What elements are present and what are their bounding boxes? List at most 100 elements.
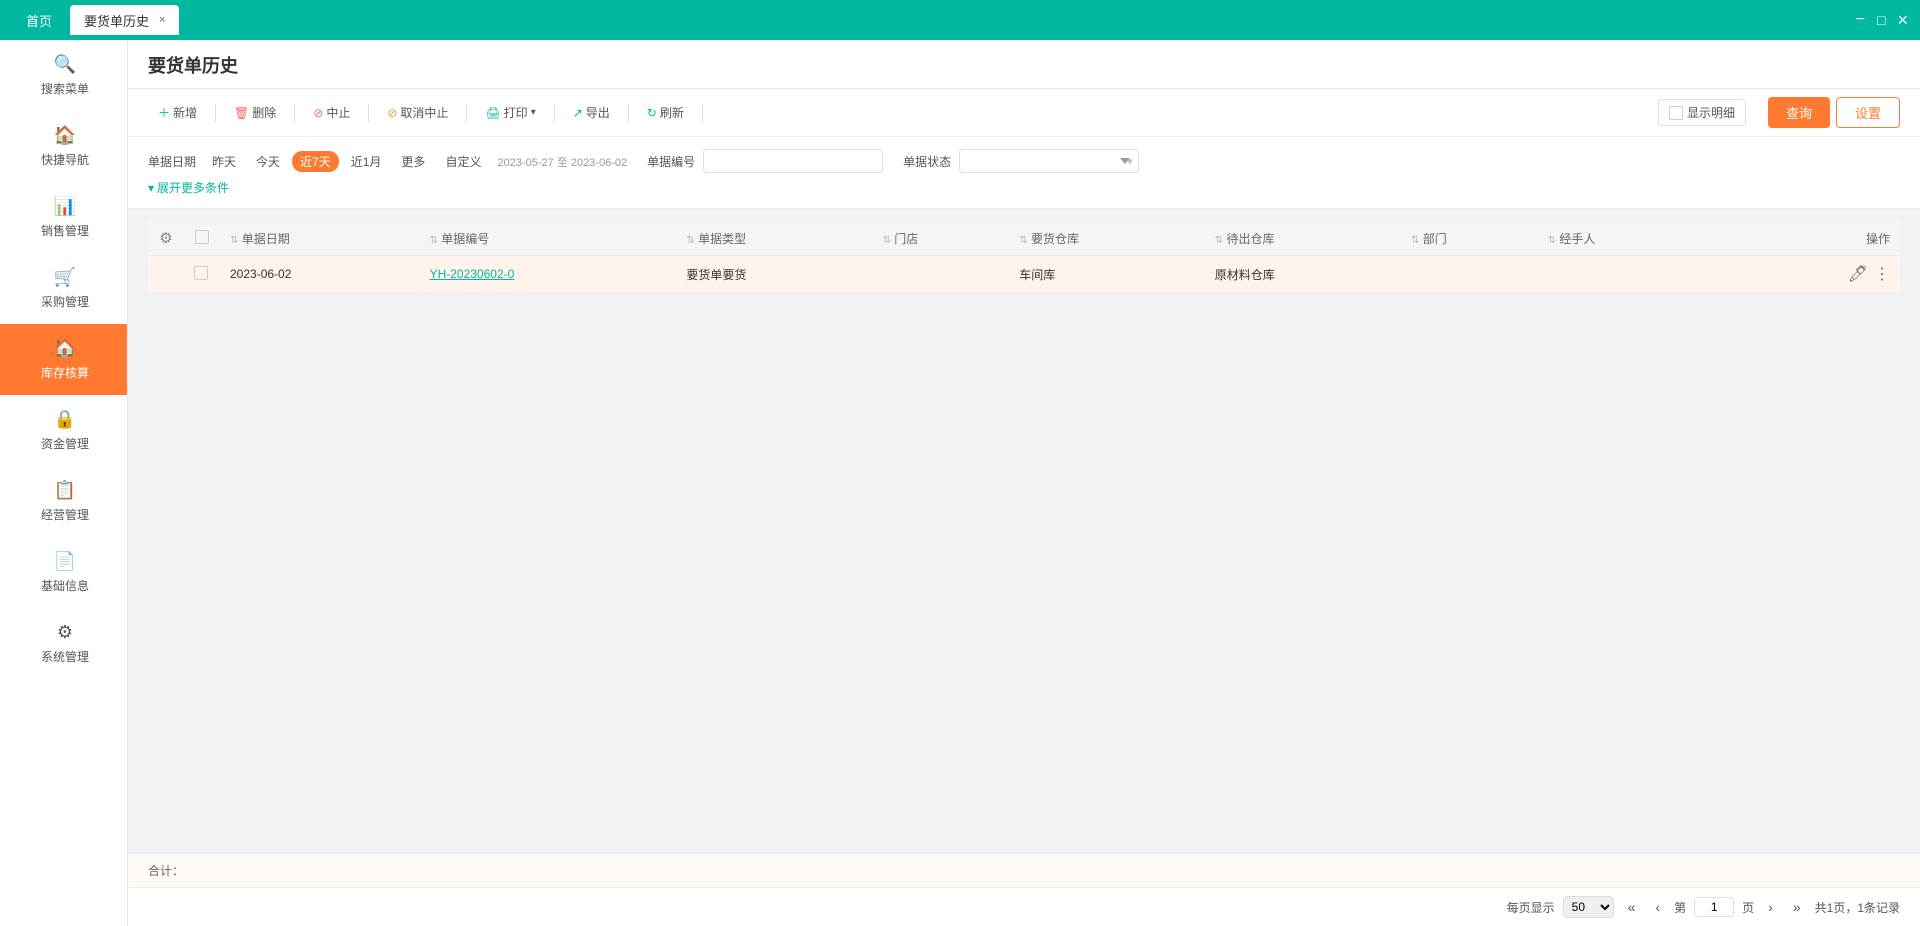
select-all-checkbox[interactable]	[195, 230, 209, 244]
tab-purchase-history[interactable]: 要货单历史 ×	[70, 5, 179, 35]
sidebar-item-operations-label: 经营管理	[41, 506, 89, 523]
expand-more-icon: ▾	[148, 181, 154, 195]
date-shortcut-1month[interactable]: 近1月	[343, 151, 390, 172]
sort-date-icon[interactable]: ⇅	[230, 235, 238, 246]
stop-icon: ⊘	[313, 106, 323, 120]
col-pending-warehouse: ⇅ 待出仓库	[1205, 221, 1401, 256]
cancel-stop-button-label: 取消中止	[400, 104, 448, 121]
sidebar-item-search-menu[interactable]: 🔍 搜索菜单	[0, 40, 127, 111]
date-shortcut-custom[interactable]: 自定义	[437, 151, 489, 172]
col-handler-label: 经手人	[1559, 232, 1595, 246]
row-checkbox[interactable]	[194, 266, 208, 280]
sort-handler-icon[interactable]: ⇅	[1548, 235, 1556, 246]
export-button-label: 导出	[586, 104, 610, 121]
status-select[interactable]	[959, 149, 1139, 173]
minimize-icon[interactable]: −	[1856, 11, 1865, 29]
sidebar-item-system-mgmt[interactable]: ⚙ 系统管理	[0, 608, 127, 679]
page-unit-label: 页	[1742, 899, 1754, 916]
col-settings-icon[interactable]: ⚙	[159, 230, 172, 247]
sidebar: 🔍 搜索菜单 🏠 快捷导航 📊 销售管理 🛒 采购管理 🏠 库存核算 🔒 资金管…	[0, 40, 128, 926]
first-page-button[interactable]: «	[1622, 897, 1642, 917]
row-more-button[interactable]: ⋮	[1874, 264, 1890, 284]
expand-more-btn[interactable]: ▾ 展开更多条件	[148, 179, 1900, 196]
row-dept-cell	[1401, 256, 1538, 293]
query-button[interactable]: 查询	[1768, 97, 1830, 128]
maximize-icon[interactable]: □	[1877, 12, 1885, 28]
display-detail-checkbox[interactable]	[1669, 106, 1683, 120]
display-detail-toggle[interactable]: 显示明细	[1658, 99, 1746, 126]
print-chevron-icon: ▾	[531, 107, 536, 118]
row-store-cell	[873, 256, 1010, 293]
sort-dept-icon[interactable]: ⇅	[1411, 235, 1419, 246]
table-area: ⚙ ⇅ 单据日期 ⇅ 单据编号	[128, 209, 1920, 853]
page-input[interactable]	[1694, 897, 1734, 917]
sidebar-item-purchase-label: 采购管理	[41, 293, 89, 310]
refresh-button-label: 刷新	[660, 104, 684, 121]
new-button[interactable]: ＋ 新增	[148, 100, 207, 125]
main-content: 要货单历史 ＋ 新增 🗑 删除 ⊘ 中止 ⊘ 取消中止	[128, 40, 1920, 926]
delete-icon: 🗑	[234, 106, 249, 120]
sidebar-item-inventory-label: 库存核算	[41, 364, 89, 381]
sum-label: 合计：	[148, 864, 184, 878]
sales-icon: 📊	[54, 196, 76, 217]
row-docno-link[interactable]: YH-20230602-0	[430, 267, 515, 281]
col-doctype: ⇅ 单据类型	[676, 221, 872, 256]
col-docno: ⇅ 单据编号	[420, 221, 677, 256]
sidebar-item-inventory[interactable]: 🏠 库存核算	[0, 324, 127, 395]
new-icon: ＋	[158, 104, 170, 121]
tab-home[interactable]: 首页	[12, 5, 66, 35]
stop-button[interactable]: ⊘ 中止	[303, 100, 360, 125]
delete-button[interactable]: 🗑 删除	[224, 100, 286, 125]
date-range-display: 2023-05-27 至 2023-06-02	[497, 154, 627, 170]
table-body: 2023-06-02 YH-20230602-0 要货单要货 车间库 原材料仓库	[148, 256, 1900, 293]
col-dept: ⇅ 部门	[1401, 221, 1538, 256]
delete-button-label: 删除	[252, 104, 276, 121]
sidebar-item-quick-nav[interactable]: 🏠 快捷导航	[0, 111, 127, 182]
capital-icon: 🔒	[54, 409, 76, 430]
export-button[interactable]: ↗ 导出	[563, 100, 620, 125]
cancel-stop-button[interactable]: ⊘ 取消中止	[377, 100, 458, 125]
new-button-label: 新增	[173, 104, 197, 121]
sidebar-item-operations-mgmt[interactable]: 📋 经营管理	[0, 466, 127, 537]
table-header-row: ⚙ ⇅ 单据日期 ⇅ 单据编号	[148, 221, 1900, 256]
date-shortcut-yesterday[interactable]: 昨天	[204, 151, 244, 172]
sidebar-item-sales-mgmt[interactable]: 📊 销售管理	[0, 182, 127, 253]
per-page-select[interactable]: 50 100 200	[1563, 896, 1614, 918]
date-shortcut-today[interactable]: 今天	[248, 151, 288, 172]
docno-input[interactable]	[703, 149, 883, 173]
sort-pending-warehouse-icon[interactable]: ⇅	[1215, 235, 1223, 246]
purchase-icon: 🛒	[54, 267, 76, 288]
quick-nav-icon: 🏠	[54, 125, 76, 146]
sort-docno-icon[interactable]: ⇅	[430, 235, 438, 246]
date-shortcut-7days[interactable]: 近7天	[292, 151, 339, 172]
col-date: ⇅ 单据日期	[220, 221, 420, 256]
prev-page-button[interactable]: ‹	[1649, 897, 1666, 917]
refresh-button[interactable]: ↻ 刷新	[637, 100, 694, 125]
date-shortcuts: 昨天 今天 近7天 近1月 更多 自定义	[204, 151, 489, 172]
sidebar-item-system-label: 系统管理	[41, 648, 89, 665]
sidebar-item-basic-info[interactable]: 📄 基础信息	[0, 537, 127, 608]
window-controls: − □ ×	[1856, 10, 1908, 31]
settings-button[interactable]: 设置	[1836, 97, 1900, 128]
sidebar-item-purchase-mgmt[interactable]: 🛒 采购管理	[0, 253, 127, 324]
col-doctype-label: 单据类型	[698, 232, 746, 246]
sidebar-item-capital-mgmt[interactable]: 🔒 资金管理	[0, 395, 127, 466]
sep6	[628, 104, 629, 122]
per-page-label: 每页显示	[1507, 899, 1555, 916]
sort-req-warehouse-icon[interactable]: ⇅	[1019, 235, 1027, 246]
next-page-button[interactable]: ›	[1762, 897, 1779, 917]
expand-more-label: 展开更多条件	[157, 179, 229, 196]
toolbar: ＋ 新增 🗑 删除 ⊘ 中止 ⊘ 取消中止 🖨 打印 ▾	[128, 89, 1920, 137]
page-label: 第	[1674, 899, 1686, 916]
sort-doctype-icon[interactable]: ⇅	[686, 235, 694, 246]
date-shortcut-more[interactable]: 更多	[393, 151, 433, 172]
close-icon[interactable]: ×	[1897, 10, 1908, 31]
tab-close-icon[interactable]: ×	[159, 14, 165, 26]
row-settings-cell	[148, 256, 184, 293]
row-req-warehouse-cell: 车间库	[1009, 256, 1205, 293]
row-edit-button[interactable]: 🖊	[1848, 264, 1868, 284]
last-page-button[interactable]: »	[1787, 897, 1807, 917]
sort-store-icon[interactable]: ⇅	[883, 235, 891, 246]
inventory-icon: 🏠	[54, 338, 76, 359]
print-button[interactable]: 🖨 打印 ▾	[475, 100, 545, 125]
